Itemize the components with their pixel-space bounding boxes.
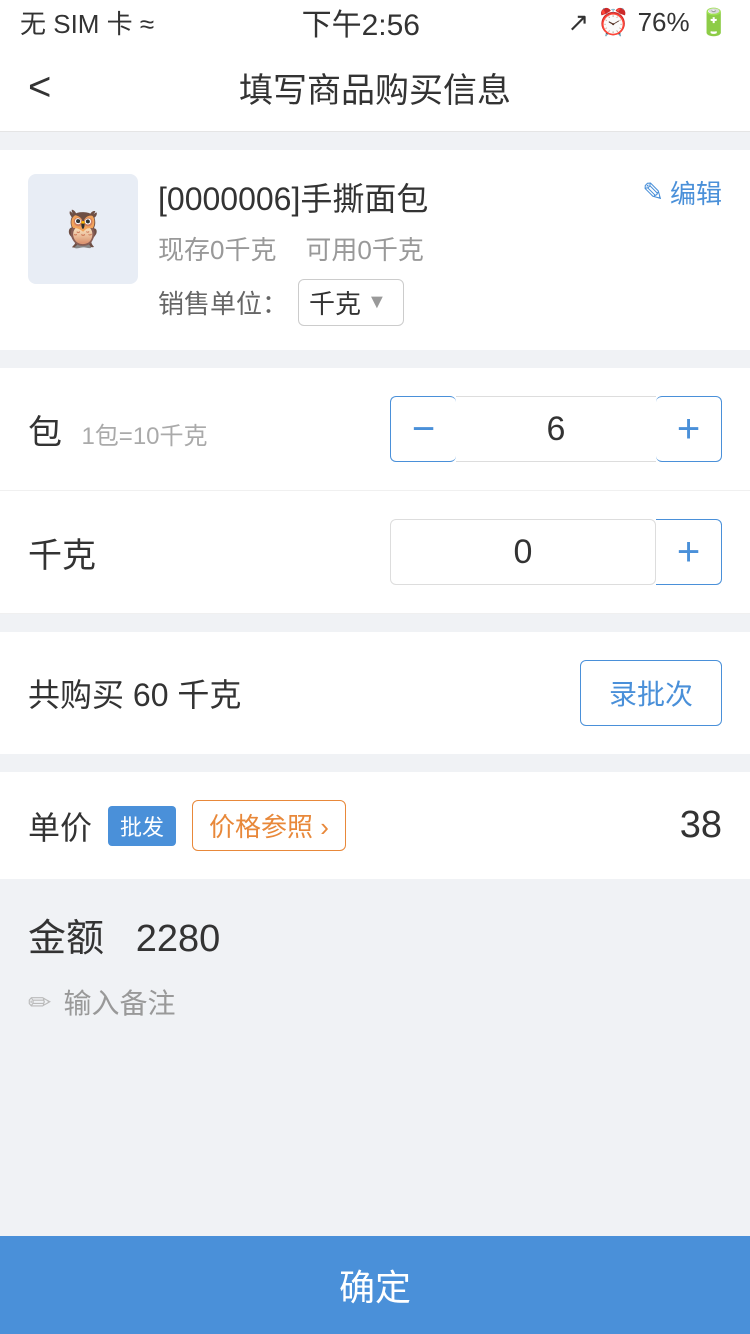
back-button[interactable]: <	[28, 65, 51, 110]
product-stock: 现存0千克 可用0千克	[158, 230, 722, 267]
unit-value: 千克	[309, 284, 361, 321]
batch-record-button[interactable]: 录批次	[580, 660, 722, 726]
remark-row[interactable]: ✏ 输入备注	[28, 982, 722, 1050]
kg-increment-button[interactable]: +	[656, 519, 722, 585]
kg-row: 千克 +	[0, 491, 750, 614]
unit-select[interactable]: 千克 ▼	[298, 279, 404, 326]
product-info: [0000006]手撕面包 现存0千克 可用0千克 销售单位： 千克 ▼	[158, 174, 722, 326]
package-increment-button[interactable]: +	[656, 396, 722, 462]
price-label: 单价	[28, 803, 92, 849]
alarm-icon: ⏰	[597, 7, 629, 38]
total-quantity-text: 共购买 60 千克	[28, 670, 241, 716]
edit-label: 编辑	[670, 174, 722, 211]
product-card: 🦉 [0000006]手撕面包 现存0千克 可用0千克 销售单位： 千克 ▼ ✎…	[0, 150, 750, 350]
price-tag-badge: 批发	[108, 806, 176, 846]
product-logo-icon: 🦉	[61, 208, 106, 250]
product-unit-row: 销售单位： 千克 ▼	[158, 279, 722, 326]
pencil-icon: ✏	[28, 986, 51, 1019]
product-thumbnail: 🦉	[28, 174, 138, 284]
dropdown-arrow-icon: ▼	[367, 291, 387, 314]
kg-quantity-control: +	[390, 519, 722, 585]
price-reference-button[interactable]: 价格参照 ›	[192, 800, 346, 851]
amount-value: 2280	[136, 918, 221, 960]
product-name: [0000006]手撕面包	[158, 174, 722, 220]
amount-label: 金额	[28, 918, 104, 960]
summary-section: 共购买 60 千克 录批次	[0, 632, 750, 754]
status-bar: 无 SIM 卡 ≈ 下午2:56 ↗ ⏰ 76% 🔋	[0, 0, 750, 44]
status-time: 下午2:56	[302, 0, 420, 44]
page-title: 填写商品购买信息	[239, 63, 511, 112]
package-quantity-control: − +	[390, 396, 722, 462]
battery-icon: 🔋	[698, 7, 730, 38]
package-row: 包 1包=10千克 − +	[0, 368, 750, 491]
price-section: 单价 批发 价格参照 › 38	[0, 772, 750, 879]
package-sublabel: 1包=10千克	[81, 423, 207, 450]
package-decrement-button[interactable]: −	[390, 396, 456, 462]
price-value: 38	[680, 804, 722, 847]
package-label: 包 1包=10千克	[28, 405, 390, 454]
sim-status: 无 SIM 卡 ≈	[20, 4, 154, 41]
status-left: 无 SIM 卡 ≈	[20, 4, 154, 41]
confirm-button[interactable]: 确定	[0, 1236, 750, 1334]
edit-icon: ✎	[642, 177, 664, 208]
remark-placeholder: 输入备注	[63, 982, 175, 1022]
nav-bar: < 填写商品购买信息	[0, 44, 750, 132]
quantity-section: 包 1包=10千克 − + 千克 +	[0, 368, 750, 614]
amount-row: 金额 2280	[28, 907, 722, 982]
location-icon: ↗	[567, 7, 589, 38]
kg-quantity-input[interactable]	[390, 519, 656, 585]
status-right: ↗ ⏰ 76% 🔋	[567, 7, 730, 38]
edit-button[interactable]: ✎ 编辑	[642, 174, 722, 211]
kg-label: 千克	[28, 528, 390, 577]
amount-section: 金额 2280 ✏ 输入备注	[0, 879, 750, 1050]
stock-current: 现存0千克	[158, 235, 276, 265]
unit-label: 销售单位：	[158, 284, 288, 321]
stock-available: 可用0千克	[305, 235, 423, 265]
battery-level: 76%	[638, 7, 690, 38]
package-quantity-input[interactable]	[456, 396, 656, 462]
